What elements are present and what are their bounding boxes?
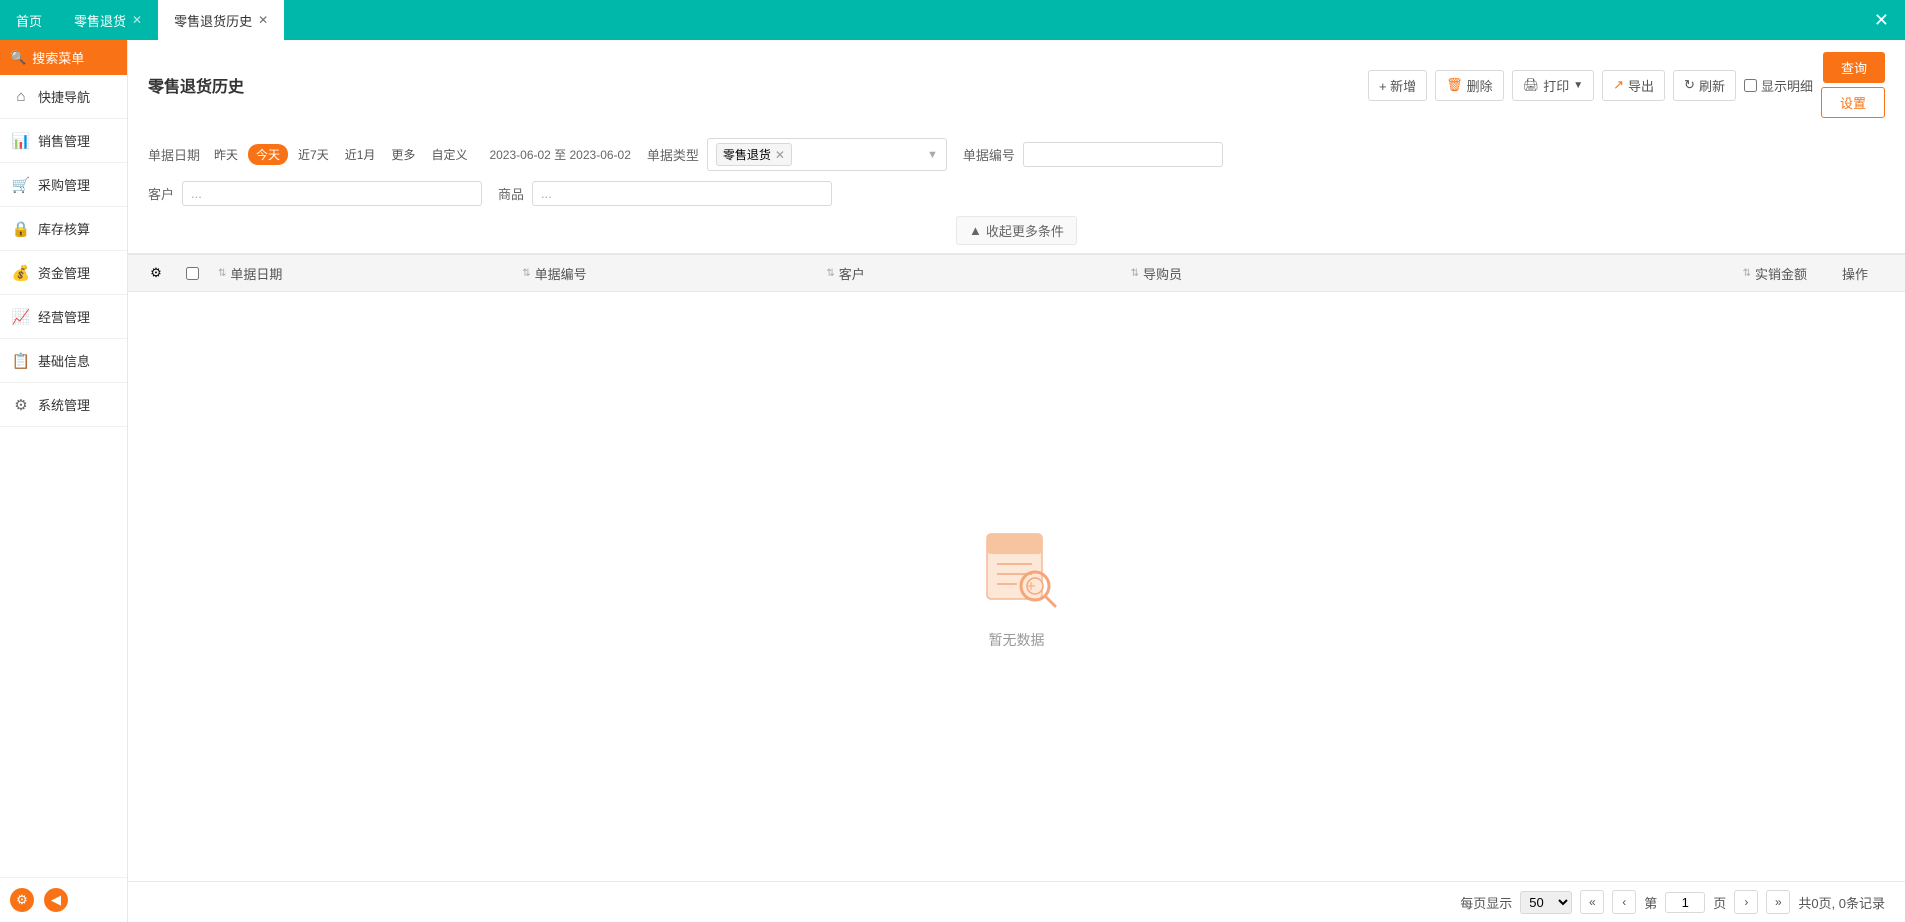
th-action: 操作 bbox=[1815, 264, 1895, 283]
table-header: ⚙ ⇅ 单据日期 ⇅ 单据编号 ⇅ 客户 ⇅ bbox=[128, 254, 1905, 292]
settings-gear-icon[interactable]: ⚙ bbox=[150, 265, 162, 281]
first-page-button[interactable]: « bbox=[1580, 890, 1604, 914]
settings-button[interactable]: 设置 bbox=[1821, 87, 1885, 118]
nav-tabs: 首页 零售退货 ✕ 零售退货历史 ✕ bbox=[0, 0, 1858, 40]
sort-icon-customer[interactable]: ⇅ bbox=[826, 268, 834, 279]
filter-bill-number: 单据编号 bbox=[963, 142, 1223, 167]
search-icon: 🔍 bbox=[10, 50, 26, 66]
system-icon: ⚙ bbox=[12, 396, 30, 414]
export-button[interactable]: ↗ 导出 bbox=[1602, 70, 1665, 101]
filter-date: 单据日期 昨天 今天 近7天 近1月 更多 自定义 bbox=[148, 144, 473, 165]
date-option-1month[interactable]: 近1月 bbox=[339, 144, 382, 165]
page-header: 零售退货历史 + 新增 🗑 删除 🖨 打印 ▼ ↗ bbox=[128, 40, 1905, 254]
bill-number-input[interactable] bbox=[1023, 142, 1223, 167]
page-number-input[interactable] bbox=[1665, 892, 1705, 913]
empty-text: 暂无数据 bbox=[989, 630, 1045, 650]
info-icon: 📋 bbox=[12, 352, 30, 370]
sort-icon-amount[interactable]: ⇅ bbox=[1743, 268, 1751, 279]
filter-customer: 客户 ... bbox=[148, 181, 482, 206]
date-option-yesterday[interactable]: 昨天 bbox=[208, 144, 244, 165]
top-nav: 首页 零售退货 ✕ 零售退货历史 ✕ ✕ bbox=[0, 0, 1905, 40]
total-records: 共0页, 0条记录 bbox=[1798, 893, 1885, 912]
filter-bill-type: 单据类型 零售退货 ✕ ▼ bbox=[647, 138, 947, 171]
page-title: 零售退货历史 bbox=[148, 73, 244, 97]
sidebar: 🔍 搜索菜单 ⌂ 快捷导航 📊 销售管理 🛒 采购管理 🔒 库存核算 💰 资金管… bbox=[0, 40, 128, 922]
query-button[interactable]: 查询 bbox=[1823, 52, 1885, 83]
print-button[interactable]: 🖨 打印 ▼ bbox=[1512, 70, 1594, 101]
sort-icon-number[interactable]: ⇅ bbox=[522, 268, 530, 279]
sidebar-item-ops[interactable]: 📈 经营管理 bbox=[0, 295, 127, 339]
sidebar-item-sales-mgmt[interactable]: 📊 销售管理 bbox=[0, 119, 127, 163]
filter-row-1: 单据日期 昨天 今天 近7天 近1月 更多 自定义 2023-06-02 至 2… bbox=[148, 138, 1885, 181]
empty-state-icon bbox=[967, 524, 1067, 614]
inventory-icon: 🔒 bbox=[12, 220, 30, 238]
settings-bottom-icon[interactable]: ⚙ bbox=[10, 888, 34, 912]
th-number: ⇅ 单据编号 bbox=[514, 264, 818, 283]
th-date: ⇅ 单据日期 bbox=[210, 264, 514, 283]
th-guide: ⇅ 导购员 bbox=[1123, 264, 1427, 283]
sidebar-item-quick-nav[interactable]: ⌂ 快捷导航 bbox=[0, 75, 127, 119]
tab-return-history[interactable]: 零售退货历史 ✕ bbox=[158, 0, 284, 40]
tab-return-close[interactable]: ✕ bbox=[132, 13, 142, 27]
refresh-button[interactable]: ↻ 刷新 bbox=[1673, 70, 1736, 101]
date-option-today[interactable]: 今天 bbox=[248, 144, 288, 165]
sidebar-bottom: ⚙ ◀ bbox=[0, 877, 127, 922]
collapse-button[interactable]: ▲ 收起更多条件 bbox=[956, 216, 1077, 245]
delete-button[interactable]: 🗑 删除 bbox=[1435, 70, 1504, 101]
filter-row-2: 客户 ... 商品 ... bbox=[148, 181, 1885, 216]
show-detail-checkbox[interactable]: 显示明细 bbox=[1744, 76, 1813, 95]
th-customer: ⇅ 客户 bbox=[818, 264, 1122, 283]
tab-return-history-close[interactable]: ✕ bbox=[258, 13, 268, 27]
th-amount: ⇅ 实销金额 bbox=[1715, 264, 1815, 283]
sidebar-item-system-mgmt[interactable]: ⚙ 系统管理 bbox=[0, 383, 127, 427]
content-area: 零售退货历史 + 新增 🗑 删除 🖨 打印 ▼ ↗ bbox=[128, 40, 1905, 922]
window-close-button[interactable]: ✕ bbox=[1858, 0, 1905, 40]
date-option-custom[interactable]: 自定义 bbox=[425, 144, 473, 165]
sales-icon: 📊 bbox=[12, 132, 30, 150]
th-checkbox[interactable] bbox=[174, 267, 210, 280]
home-icon: ⌂ bbox=[12, 88, 30, 106]
chevron-down-icon: ▼ bbox=[927, 149, 938, 161]
page-title-row: 零售退货历史 + 新增 🗑 删除 🖨 打印 ▼ ↗ bbox=[148, 52, 1885, 128]
sidebar-item-inventory[interactable]: 🔒 库存核算 bbox=[0, 207, 127, 251]
table-container: ⚙ ⇅ 单据日期 ⇅ 单据编号 ⇅ 客户 ⇅ bbox=[128, 254, 1905, 881]
sidebar-search[interactable]: 🔍 搜索菜单 bbox=[0, 40, 127, 75]
customer-select[interactable]: ... bbox=[182, 181, 482, 206]
date-option-7days[interactable]: 近7天 bbox=[292, 144, 335, 165]
chevron-up-icon: ▲ bbox=[969, 223, 982, 238]
filter-area: 单据日期 昨天 今天 近7天 近1月 更多 自定义 2023-06-02 至 2… bbox=[148, 128, 1885, 245]
last-page-button[interactable]: » bbox=[1766, 890, 1790, 914]
bill-type-select[interactable]: 零售退货 ✕ ▼ bbox=[707, 138, 947, 171]
toolbar-actions: + 新增 🗑 删除 🖨 打印 ▼ ↗ 导出 bbox=[1368, 52, 1885, 118]
sort-icon-date[interactable]: ⇅ bbox=[218, 268, 226, 279]
tab-return[interactable]: 零售退货 ✕ bbox=[58, 0, 158, 40]
ops-icon: 📈 bbox=[12, 308, 30, 326]
add-button[interactable]: + 新增 bbox=[1368, 70, 1427, 101]
date-option-more[interactable]: 更多 bbox=[385, 144, 421, 165]
show-detail-input[interactable] bbox=[1744, 79, 1757, 92]
pagination-bar: 每页显示 50 10 20 100 « ‹ 第 页 › » 共0页, 0条记录 bbox=[128, 881, 1905, 922]
tag-close-icon[interactable]: ✕ bbox=[775, 148, 785, 162]
next-page-button[interactable]: › bbox=[1734, 890, 1758, 914]
sidebar-item-basic-info[interactable]: 📋 基础信息 bbox=[0, 339, 127, 383]
per-page-select[interactable]: 50 10 20 100 bbox=[1520, 891, 1572, 914]
sort-icon-guide[interactable]: ⇅ bbox=[1131, 268, 1139, 279]
sidebar-item-purchase-mgmt[interactable]: 🛒 采购管理 bbox=[0, 163, 127, 207]
main-layout: 🔍 搜索菜单 ⌂ 快捷导航 📊 销售管理 🛒 采购管理 🔒 库存核算 💰 资金管… bbox=[0, 40, 1905, 922]
purchase-icon: 🛒 bbox=[12, 176, 30, 194]
th-settings[interactable]: ⚙ bbox=[138, 265, 174, 281]
empty-state: 暂无数据 bbox=[128, 292, 1905, 881]
filter-goods: 商品 ... bbox=[498, 181, 832, 206]
filter-date-range: 2023-06-02 至 2023-06-02 bbox=[489, 146, 630, 163]
prev-page-button[interactable]: ‹ bbox=[1612, 890, 1636, 914]
sidebar-item-finance[interactable]: 💰 资金管理 bbox=[0, 251, 127, 295]
date-options: 昨天 今天 近7天 近1月 更多 自定义 bbox=[208, 144, 473, 165]
bill-type-tag: 零售退货 ✕ bbox=[716, 143, 792, 166]
goods-select[interactable]: ... bbox=[532, 181, 832, 206]
select-all-checkbox[interactable] bbox=[186, 267, 199, 280]
collapse-sidebar-icon[interactable]: ◀ bbox=[44, 888, 68, 912]
finance-icon: 💰 bbox=[12, 264, 30, 282]
tab-home[interactable]: 首页 bbox=[0, 0, 58, 40]
